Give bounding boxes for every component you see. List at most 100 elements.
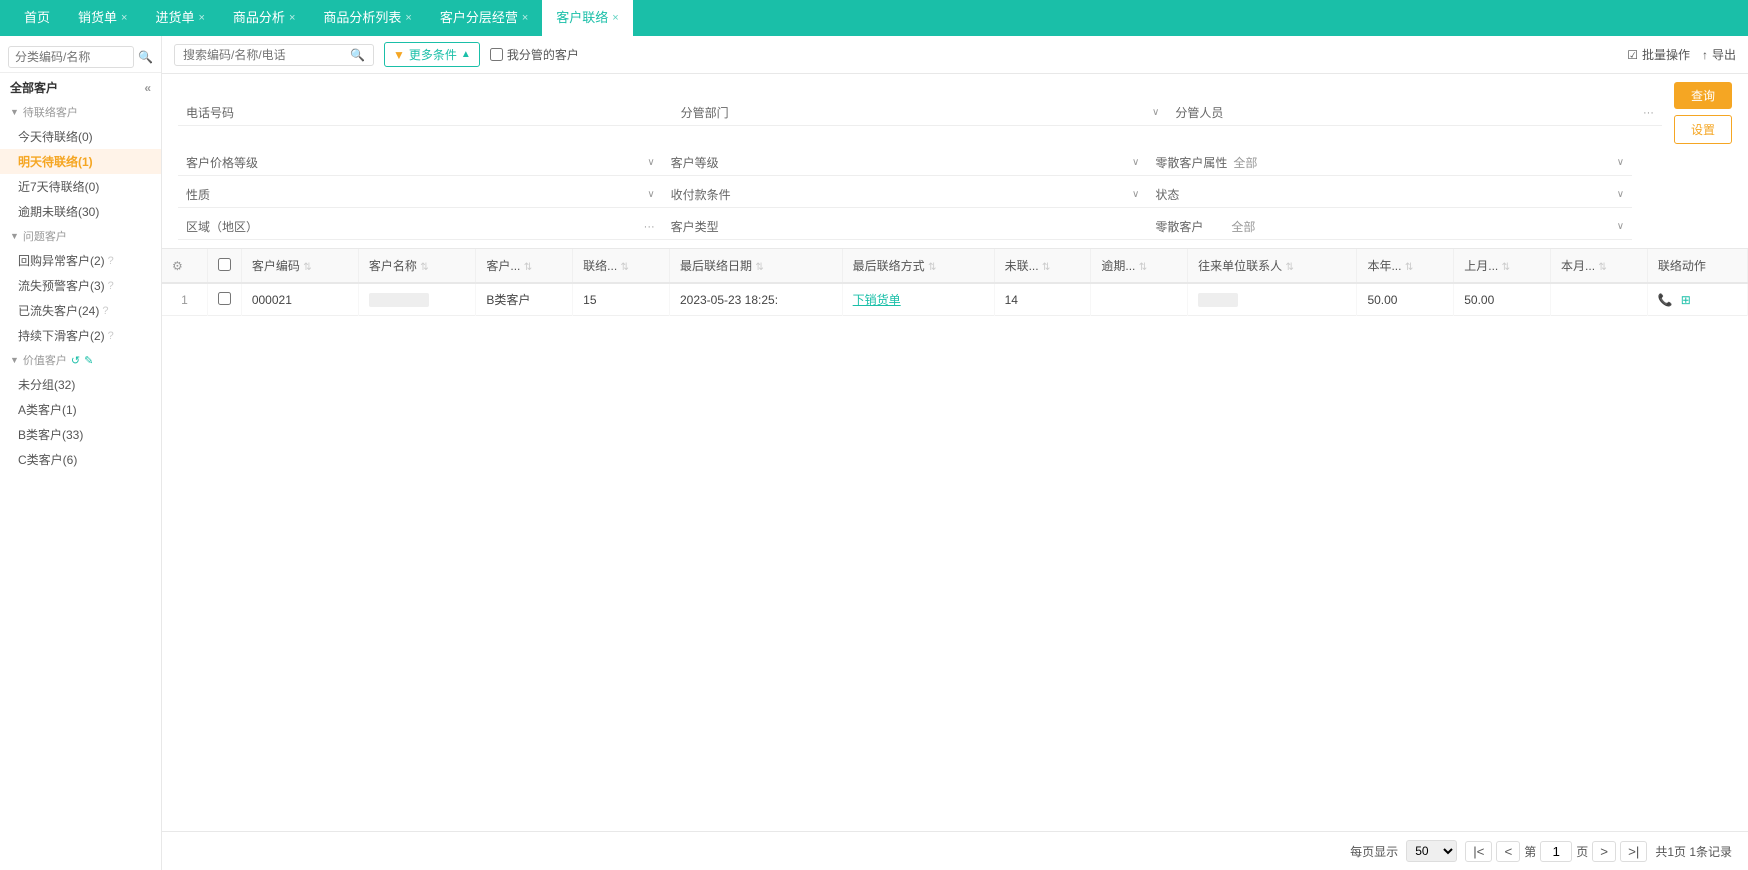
search-icon[interactable]: 🔍 bbox=[350, 48, 365, 62]
th-customer-type: 客户... ⇅ bbox=[476, 249, 573, 283]
export-btn[interactable]: ↑ 导出 bbox=[1702, 46, 1736, 63]
row-checkbox[interactable] bbox=[218, 292, 231, 305]
sidebar-item-7days[interactable]: 近7天待联络(0) bbox=[0, 174, 161, 199]
sidebar-item-churned[interactable]: 已流失客户(24) ? bbox=[0, 298, 161, 323]
nav-customer-tier-close[interactable]: × bbox=[522, 0, 528, 36]
more-conditions-btn[interactable]: ▼ 更多条件 ▲ bbox=[384, 42, 480, 67]
dropdown-arrow-icon[interactable]: ∨ bbox=[1617, 157, 1624, 168]
qr-icon[interactable]: ⊞ bbox=[1681, 293, 1691, 307]
th-code: 客户编码 ⇅ bbox=[241, 249, 358, 283]
sidebar-search-icon[interactable]: 🔍 bbox=[138, 50, 153, 64]
refresh-icon[interactable]: ↺ bbox=[71, 354, 80, 367]
more-btn[interactable]: ··· bbox=[1643, 107, 1654, 119]
adv-filter-row-2: 客户价格等级 ∨ 客户等级 ∨ 零散客户属性 全部 ∨ bbox=[178, 150, 1732, 176]
select-all-checkbox[interactable] bbox=[218, 258, 231, 271]
last-page-btn[interactable]: >| bbox=[1620, 841, 1647, 862]
settings-icon[interactable]: ⚙ bbox=[172, 259, 183, 273]
sidebar-item-tomorrow[interactable]: 明天待联络(1) bbox=[0, 149, 161, 174]
row-num: 1 bbox=[162, 283, 207, 316]
sort-icon[interactable]: ⇅ bbox=[755, 262, 763, 273]
sort-icon[interactable]: ⇅ bbox=[928, 262, 936, 273]
sort-icon[interactable]: ⇅ bbox=[303, 262, 311, 273]
nav-product-analysis[interactable]: 商品分析 × bbox=[219, 0, 309, 36]
export-icon: ↑ bbox=[1702, 48, 1708, 62]
nav-customer-contact[interactable]: 客户联络 × bbox=[542, 0, 632, 36]
sidebar-item-class-a[interactable]: A类客户(1) bbox=[0, 397, 161, 422]
edit-icon[interactable]: ✎ bbox=[84, 354, 93, 367]
th-last-contact-date: 最后联络日期 ⇅ bbox=[669, 249, 842, 283]
sidebar-item-churn-warning[interactable]: 流失预警客户(3) ? bbox=[0, 273, 161, 298]
filter-bar: 🔍 ▼ 更多条件 ▲ 我分管的客户 ☑ 批量操作 ↑ 导出 bbox=[162, 36, 1748, 74]
sidebar-item-ungrouped[interactable]: 未分组(32) bbox=[0, 372, 161, 397]
help-icon[interactable]: ? bbox=[108, 255, 114, 267]
dropdown-arrow-icon[interactable]: ∨ bbox=[647, 157, 654, 168]
dropdown-arrow-icon[interactable]: ∨ bbox=[1617, 221, 1624, 232]
contact-person-cell bbox=[1188, 283, 1357, 316]
sort-icon[interactable]: ⇅ bbox=[524, 262, 532, 273]
help-icon[interactable]: ? bbox=[108, 330, 114, 342]
nav-product-analysis-close[interactable]: × bbox=[289, 0, 295, 36]
page-input[interactable] bbox=[1540, 841, 1572, 862]
sidebar-item-overdue[interactable]: 逾期未联络(30) bbox=[0, 199, 161, 224]
sidebar-group-value[interactable]: 价值客户 ↺ ✎ bbox=[0, 348, 161, 372]
nav-purchase[interactable]: 进货单 × bbox=[141, 0, 218, 36]
uncontacted-cell: 14 bbox=[994, 283, 1091, 316]
sidebar-search-input[interactable] bbox=[8, 46, 134, 68]
this-month-cell bbox=[1551, 283, 1648, 316]
search-input[interactable] bbox=[183, 48, 350, 62]
sort-icon[interactable]: ⇅ bbox=[1502, 262, 1510, 273]
next-page-btn[interactable]: > bbox=[1592, 841, 1616, 862]
first-page-btn[interactable]: |< bbox=[1465, 841, 1492, 862]
more-btn[interactable]: ··· bbox=[644, 221, 655, 233]
sidebar-item-today[interactable]: 今天待联络(0) bbox=[0, 124, 161, 149]
adv-filter-row-4: 区域（地区） ··· 客户类型 零散客户 全部 ∨ bbox=[178, 214, 1732, 240]
sort-icon[interactable]: ⇅ bbox=[1405, 262, 1413, 273]
dropdown-arrow-icon[interactable]: ∨ bbox=[1617, 189, 1624, 200]
nav-product-analysis-list-close[interactable]: × bbox=[405, 0, 411, 36]
th-checkbox bbox=[207, 249, 241, 283]
my-customer-checkbox[interactable] bbox=[490, 48, 503, 61]
field-customer-type: 客户类型 bbox=[663, 214, 1148, 240]
field-dept: 分管部门 ∨ bbox=[673, 100, 1168, 126]
field-region: 区域（地区） ··· bbox=[178, 214, 663, 240]
nav-sales-close[interactable]: × bbox=[121, 0, 127, 36]
prev-page-btn[interactable]: < bbox=[1496, 841, 1520, 862]
nav-home[interactable]: 首页 bbox=[10, 0, 64, 36]
dropdown-arrow-icon[interactable]: ∨ bbox=[1152, 107, 1159, 118]
sort-icon[interactable]: ⇅ bbox=[1286, 262, 1294, 273]
last-month-cell: 50.00 bbox=[1454, 283, 1551, 316]
dropdown-arrow-icon[interactable]: ∨ bbox=[1132, 157, 1139, 168]
sidebar-item-declining[interactable]: 持续下滑客户(2) ? bbox=[0, 323, 161, 348]
query-button[interactable]: 查询 bbox=[1674, 82, 1732, 109]
my-customer-check[interactable]: 我分管的客户 bbox=[490, 46, 579, 63]
per-page-select[interactable]: 50 100 200 bbox=[1406, 840, 1457, 862]
nav-purchase-close[interactable]: × bbox=[198, 0, 204, 36]
batch-op-btn[interactable]: ☑ 批量操作 bbox=[1627, 46, 1690, 63]
th-this-month: 本月... ⇅ bbox=[1551, 249, 1648, 283]
call-icon[interactable]: 📞 bbox=[1658, 293, 1673, 307]
help-icon[interactable]: ? bbox=[102, 305, 108, 317]
sidebar-item-abnormal-repurchase[interactable]: 回购异常客户(2) ? bbox=[0, 248, 161, 273]
reset-button[interactable]: 设置 bbox=[1674, 115, 1732, 144]
sidebar-item-class-c[interactable]: C类客户(6) bbox=[0, 447, 161, 472]
last-contact-method-cell[interactable]: 下销货单 bbox=[842, 283, 994, 316]
sort-icon[interactable]: ⇅ bbox=[1598, 262, 1606, 273]
sort-icon[interactable]: ⇅ bbox=[621, 262, 629, 273]
dropdown-arrow-icon[interactable]: ∨ bbox=[1132, 189, 1139, 200]
sort-icon[interactable]: ⇅ bbox=[420, 262, 428, 273]
sidebar-search-bar: 🔍 bbox=[0, 42, 161, 73]
sidebar-group-problem[interactable]: 问题客户 bbox=[0, 224, 161, 248]
nav-customer-tier[interactable]: 客户分层经营 × bbox=[426, 0, 542, 36]
sidebar-group-pending[interactable]: 待联络客户 bbox=[0, 100, 161, 124]
nav-sales[interactable]: 销货单 × bbox=[64, 0, 141, 36]
th-last-contact-method: 最后联络方式 ⇅ bbox=[842, 249, 994, 283]
sidebar-item-class-b[interactable]: B类客户(33) bbox=[0, 422, 161, 447]
sort-icon[interactable]: ⇅ bbox=[1139, 262, 1147, 273]
total-records-label: 共1页 1条记录 bbox=[1655, 843, 1732, 860]
dropdown-arrow-icon[interactable]: ∨ bbox=[647, 189, 654, 200]
nav-customer-contact-close[interactable]: × bbox=[612, 0, 618, 36]
nav-product-analysis-list[interactable]: 商品分析列表 × bbox=[309, 0, 425, 36]
help-icon[interactable]: ? bbox=[108, 280, 114, 292]
sort-icon[interactable]: ⇅ bbox=[1042, 262, 1050, 273]
sidebar-collapse-icon[interactable]: « bbox=[144, 81, 151, 95]
